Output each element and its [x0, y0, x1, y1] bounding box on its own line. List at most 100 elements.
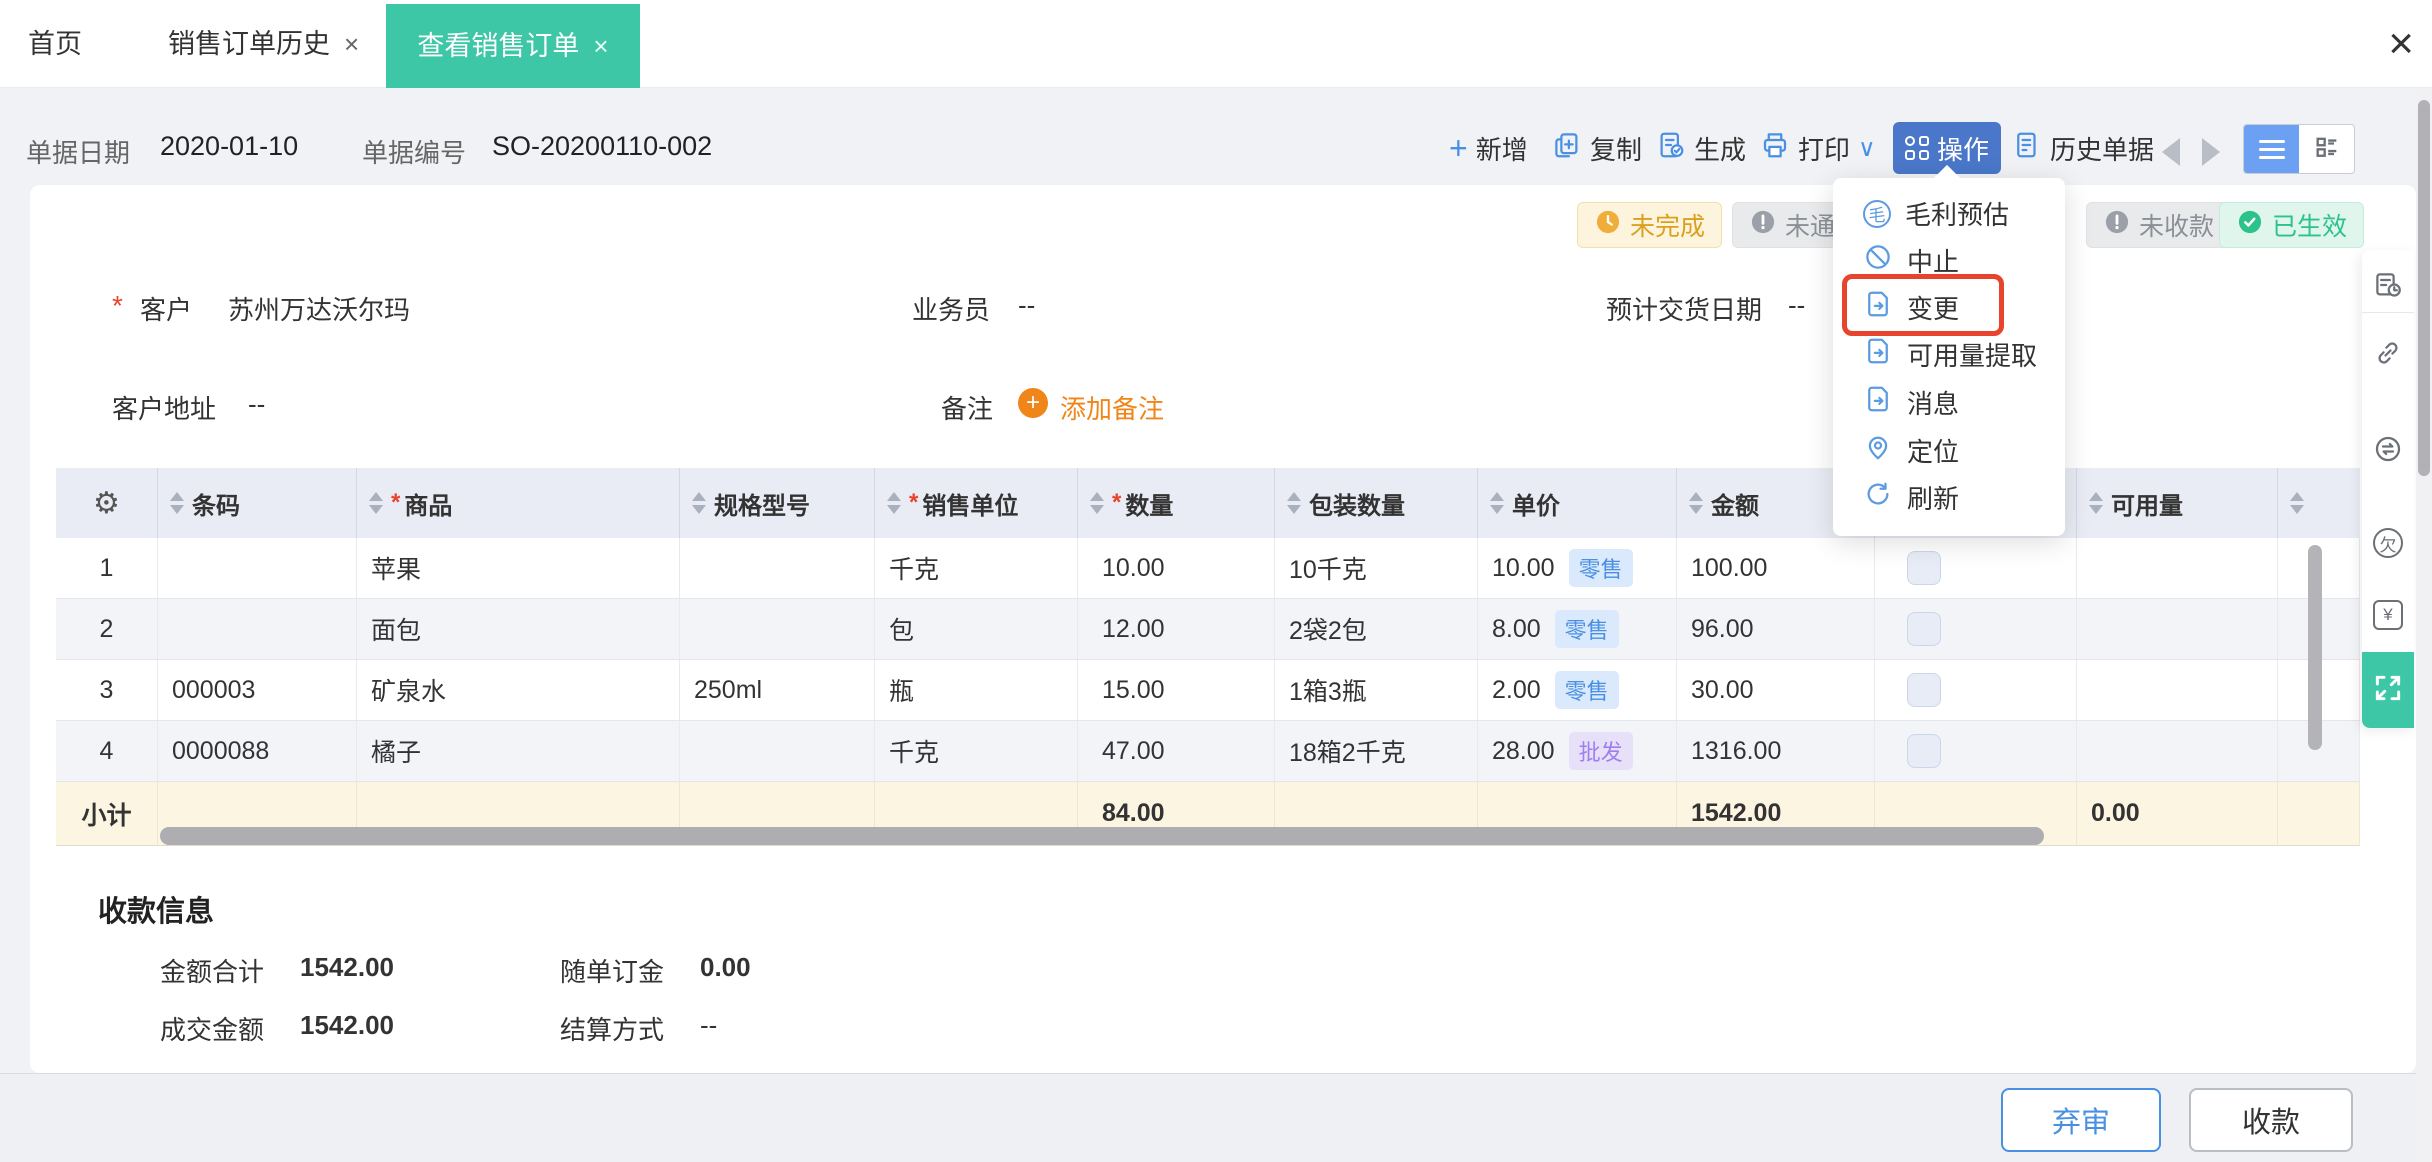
yen-icon[interactable]: ¥	[2373, 600, 2403, 630]
tab-home-label: 首页	[28, 29, 82, 59]
sort-icon[interactable]	[170, 492, 184, 514]
sort-icon[interactable]	[369, 492, 383, 514]
prev-arrow-icon[interactable]	[2162, 138, 2180, 166]
screen: 首页 销售订单历史 × 查看销售订单 × × 单据日期 2020-01-10 单据编…	[0, 0, 2432, 1162]
status-badge-unfinished: 未完成	[1577, 202, 1723, 248]
plus-icon: +	[1449, 130, 1468, 166]
expand-icon	[2372, 672, 2404, 709]
table-vertical-scrollbar[interactable]	[2308, 545, 2322, 750]
card-view-button[interactable]	[2299, 125, 2354, 173]
list-view-button[interactable]	[2244, 125, 2299, 173]
gross-profit-icon: 毛	[1863, 199, 1891, 228]
history-docs-button[interactable]: 历史单据	[2012, 124, 2154, 172]
cell-checkbox	[1875, 538, 2077, 599]
header-qty[interactable]: * 数量	[1078, 468, 1275, 538]
address-label: 客户地址	[112, 394, 217, 424]
sort-icon[interactable]	[887, 492, 901, 514]
doc-arrow-icon	[1863, 336, 1893, 373]
cell-product: 面包	[357, 599, 680, 660]
sort-icon[interactable]	[2290, 492, 2304, 514]
menu-item-locate[interactable]: 定位	[1833, 427, 2065, 474]
tab-home[interactable]: 首页	[28, 0, 82, 88]
gear-icon: ⚙	[93, 486, 120, 520]
table-row[interactable]: 3 000003 矿泉水 250ml 瓶 15.00 1箱3瓶 2.00 零售 3…	[56, 660, 2360, 721]
receive-payment-button[interactable]: 收款	[2189, 1088, 2353, 1152]
expand-button[interactable]	[2362, 652, 2414, 728]
sort-icon[interactable]	[692, 492, 706, 514]
menu-item-message[interactable]: 消息	[1833, 379, 2065, 426]
clock-icon	[1594, 208, 1622, 243]
cell-unit: 千克	[875, 721, 1078, 782]
sort-icon[interactable]	[2089, 492, 2103, 514]
menu-item-refresh[interactable]: 刷新	[1833, 474, 2065, 521]
header-barcode[interactable]: 条码	[158, 468, 357, 538]
header-pack[interactable]: 包装数量	[1275, 468, 1478, 538]
header-price[interactable]: 单价	[1478, 468, 1677, 538]
cell-product: 矿泉水	[357, 660, 680, 721]
table-row[interactable]: 4 0000088 橘子 千克 47.00 18箱2千克 28.00 批发 131…	[56, 721, 2360, 782]
header-product[interactable]: * 商品	[357, 468, 680, 538]
sort-icon[interactable]	[1090, 492, 1104, 514]
header-unit[interactable]: * 销售单位	[875, 468, 1078, 538]
status-badge-label: 未完成	[1630, 213, 1706, 241]
close-icon[interactable]: ×	[593, 31, 608, 61]
column-settings-button[interactable]: ⚙	[56, 468, 158, 538]
menu-item-change[interactable]: 变更	[1833, 284, 2065, 331]
sort-icon[interactable]	[1490, 492, 1504, 514]
generate-button[interactable]: 生成	[1656, 124, 1746, 172]
cell-amount: 96.00	[1677, 599, 1875, 660]
close-icon[interactable]: ×	[2388, 16, 2414, 72]
cell-price: 10.00 零售	[1478, 538, 1677, 599]
cell-product: 苹果	[357, 538, 680, 599]
exclamation-icon	[2103, 208, 2131, 243]
row-checkbox[interactable]	[1907, 551, 1941, 585]
table-row[interactable]: 2 面包 包 12.00 2袋2包 8.00 零售 96.00	[56, 599, 2360, 660]
add-button[interactable]: + 新增	[1449, 124, 1528, 172]
cell-available	[2077, 599, 2278, 660]
exchange-icon[interactable]	[2373, 434, 2403, 464]
link-icon[interactable]	[2373, 338, 2403, 368]
add-remark-link[interactable]: 添加备注	[1060, 389, 1164, 426]
header-spec[interactable]: 规格型号	[680, 468, 875, 538]
chevron-down-icon[interactable]: ∨	[1858, 134, 1876, 163]
remark-label: 备注	[941, 394, 994, 424]
header-next-partial[interactable]	[2278, 468, 2360, 538]
header-available[interactable]: 可用量	[2077, 468, 2278, 538]
cell-available	[2077, 721, 2278, 782]
menu-item-gross-profit[interactable]: 毛 毛利预估	[1833, 190, 2065, 237]
settlement-value: --	[700, 1010, 718, 1040]
list-icon	[2258, 147, 2285, 151]
address-value: --	[248, 389, 266, 419]
reject-audit-button[interactable]: 弃审	[2001, 1088, 2161, 1152]
row-checkbox[interactable]	[1907, 734, 1941, 768]
sort-icon[interactable]	[1287, 492, 1301, 514]
owe-icon[interactable]: 欠	[2373, 528, 2403, 558]
subtotal-available: 0.00	[2077, 782, 2278, 846]
grid-icon	[1904, 136, 1929, 160]
row-checkbox[interactable]	[1907, 612, 1941, 646]
price-type-tag: 零售	[1554, 610, 1619, 648]
cell-barcode	[158, 538, 357, 599]
row-checkbox[interactable]	[1907, 673, 1941, 707]
table-horizontal-scrollbar[interactable]	[160, 827, 2044, 845]
order-log-icon[interactable]	[2373, 270, 2403, 300]
tab-history[interactable]: 销售订单历史 ×	[168, 0, 359, 88]
next-arrow-icon[interactable]	[2202, 138, 2220, 166]
print-button[interactable]: 打印 ∨	[1760, 124, 1876, 172]
window-scrollbar-thumb[interactable]	[2418, 100, 2430, 476]
view-toggle	[2243, 124, 2355, 174]
add-label: 新增	[1475, 134, 1528, 165]
cell-pack: 1箱3瓶	[1275, 660, 1478, 721]
cell-product: 橘子	[357, 721, 680, 782]
table-row[interactable]: 1 苹果 千克 10.00 10千克 10.00 零售 100.00	[56, 538, 2360, 599]
add-circle-icon[interactable]: +	[1018, 388, 1048, 418]
doc-arrow-icon	[1863, 384, 1893, 421]
close-icon[interactable]: ×	[344, 29, 359, 59]
actions-dropdown-menu: 毛 毛利预估 中止 变更 可用量提取 消息 定位 刷新	[1833, 178, 2065, 536]
menu-item-available-extract[interactable]: 可用量提取	[1833, 331, 2065, 378]
copy-button[interactable]: 复制	[1552, 124, 1642, 172]
sort-icon[interactable]	[1689, 492, 1703, 514]
settlement-label: 结算方式	[560, 1015, 665, 1045]
tab-active-view-order[interactable]: 查看销售订单 ×	[386, 4, 640, 88]
menu-item-abort[interactable]: 中止	[1833, 237, 2065, 284]
